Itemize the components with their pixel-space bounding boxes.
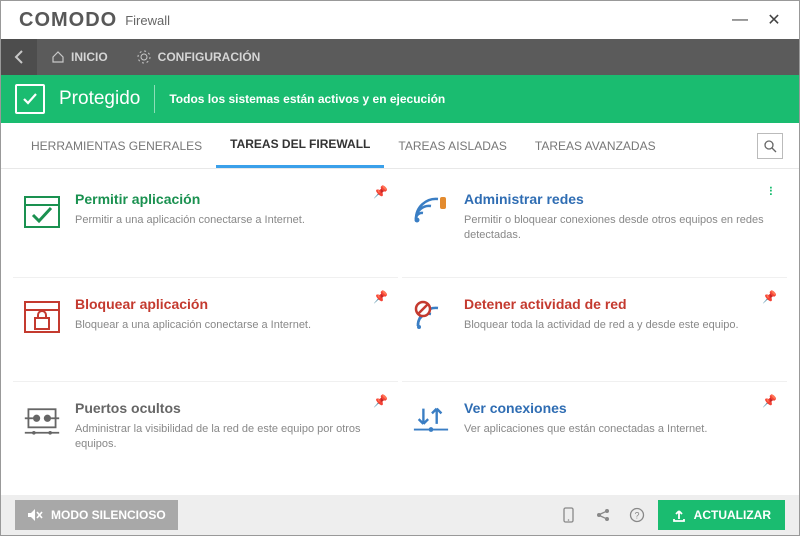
card-view-connections[interactable]: 📌 Ver conexiones Ver aplicaciones que es… [402,386,787,487]
footer: MODO SILENCIOSO ? ACTUALIZAR [1,495,799,535]
task-grid: 📌 Permitir aplicación Permitir a una apl… [1,169,799,495]
wifi-icon [412,193,450,231]
share-icon[interactable] [590,502,616,528]
mobile-icon[interactable] [556,502,582,528]
card-desc: Bloquear toda la actividad de red a y de… [464,318,777,333]
card-desc: Ver aplicaciones que están conectadas a … [464,422,777,437]
silent-mode-button[interactable]: MODO SILENCIOSO [15,500,178,530]
tab-advanced[interactable]: TAREAS AVANZADAS [521,123,670,168]
card-title: Detener actividad de red [464,296,777,312]
card-manage-networks[interactable]: ⠇ Administrar redes Permitir o bloquear … [402,177,787,278]
titlebar: COMODO Firewall — ✕ [1,1,799,39]
nav-home[interactable]: INICIO [37,39,122,75]
status-divider [154,85,155,113]
update-label: ACTUALIZAR [694,508,771,522]
search-button[interactable] [757,133,783,159]
pin-icon[interactable]: 📌 [373,394,388,408]
card-title: Administrar redes [464,191,777,207]
card-title: Puertos ocultos [75,400,388,416]
app-window: COMODO Firewall — ✕ INICIO CONFIGURACIÓN… [0,0,800,536]
update-button[interactable]: ACTUALIZAR [658,500,785,530]
pin-icon[interactable]: 📌 [373,290,388,304]
card-desc: Permitir o bloquear conexiones desde otr… [464,213,777,243]
card-allow-app[interactable]: 📌 Permitir aplicación Permitir a una apl… [13,177,398,278]
card-block-app[interactable]: 📌 Bloquear aplicación Bloquear a una apl… [13,282,398,383]
pin-icon[interactable]: 📌 [762,290,777,304]
close-button[interactable]: ✕ [757,8,791,32]
card-desc: Permitir a una aplicación conectarse a I… [75,213,388,228]
stop-network-icon [412,298,450,336]
status-message: Todos los sistemas están activos y en ej… [169,92,445,106]
tab-firewall[interactable]: TAREAS DEL FIREWALL [216,123,384,168]
upload-icon [672,508,686,522]
block-app-icon [23,298,61,336]
silent-mode-label: MODO SILENCIOSO [51,508,166,522]
card-hidden-ports[interactable]: 📌 Puertos ocultos Administrar la visibil… [13,386,398,487]
connections-icon [412,402,450,440]
home-icon [51,50,65,64]
chevron-left-icon [13,50,25,64]
minimize-button[interactable]: — [723,8,757,32]
navbar: INICIO CONFIGURACIÓN [1,39,799,75]
back-button[interactable] [1,39,37,75]
status-title: Protegido [59,88,140,110]
help-icon[interactable]: ? [624,502,650,528]
pin-icon[interactable]: 📌 [373,185,388,199]
mute-icon [27,508,43,522]
ports-icon [23,402,61,440]
card-desc: Bloquear a una aplicación conectarse a I… [75,318,388,333]
nav-home-label: INICIO [71,50,108,64]
gear-icon [136,49,152,65]
status-bar: Protegido Todos los sistemas están activ… [1,75,799,123]
shield-check-icon [15,84,45,114]
card-desc: Administrar la visibilidad de la red de … [75,422,388,452]
pin-icon[interactable]: ⠇ [768,185,777,199]
search-icon [763,139,777,153]
nav-settings-label: CONFIGURACIÓN [158,50,261,64]
allow-app-icon [23,193,61,231]
brand-logo: COMODO [19,9,117,32]
nav-settings[interactable]: CONFIGURACIÓN [122,39,275,75]
tab-isolated[interactable]: TAREAS AISLADAS [384,123,521,168]
svg-text:?: ? [634,511,639,521]
card-stop-network[interactable]: 📌 Detener actividad de red Bloquear toda… [402,282,787,383]
card-title: Ver conexiones [464,400,777,416]
product-name: Firewall [125,13,170,28]
pin-icon[interactable]: 📌 [762,394,777,408]
tabs: HERRAMIENTAS GENERALES TAREAS DEL FIREWA… [1,123,799,169]
tab-general[interactable]: HERRAMIENTAS GENERALES [17,123,216,168]
card-title: Permitir aplicación [75,191,388,207]
card-title: Bloquear aplicación [75,296,388,312]
